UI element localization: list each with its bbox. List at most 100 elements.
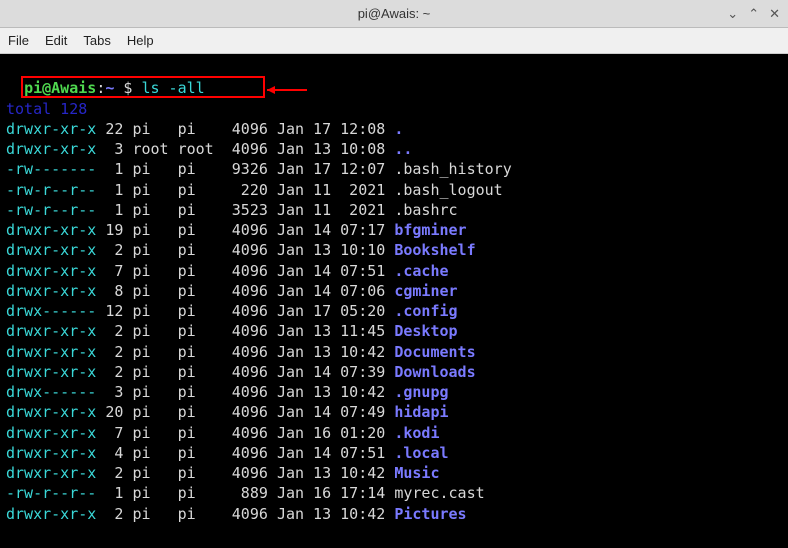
perms: -rw-r--r--: [6, 181, 96, 199]
filename: .gnupg: [394, 383, 448, 401]
size: 4096: [223, 403, 268, 421]
arrow-annotation: [267, 86, 311, 94]
owner: root: [132, 140, 168, 158]
listing-row: drwxr-xr-x 19 pi pi 4096 Jan 14 07:17 bf…: [6, 220, 782, 240]
listing-row: -rw------- 1 pi pi 9326 Jan 17 12:07 .ba…: [6, 159, 782, 179]
date: Jan 13 10:08: [277, 140, 385, 158]
filename: ..: [394, 140, 412, 158]
date: Jan 14 07:17: [277, 221, 385, 239]
links: 12: [105, 302, 123, 320]
filename: .cache: [394, 262, 448, 280]
links: 22: [105, 120, 123, 138]
group: pi: [178, 383, 214, 401]
owner: pi: [132, 201, 168, 219]
group: pi: [178, 282, 214, 300]
listing-row: drwxr-xr-x 4 pi pi 4096 Jan 14 07:51 .lo…: [6, 443, 782, 463]
group: pi: [178, 363, 214, 381]
filename: Downloads: [394, 363, 475, 381]
filename: .: [394, 120, 403, 138]
links: 2: [105, 464, 123, 482]
listing-rows: drwxr-xr-x 22 pi pi 4096 Jan 17 12:08 .d…: [6, 119, 782, 524]
listing-row: drwxr-xr-x 2 pi pi 4096 Jan 13 11:45 Des…: [6, 321, 782, 341]
perms: -rw-r--r--: [6, 201, 96, 219]
owner: pi: [132, 383, 168, 401]
links: 7: [105, 424, 123, 442]
date: Jan 14 07:06: [277, 282, 385, 300]
perms: drwxr-xr-x: [6, 282, 96, 300]
size: 4096: [223, 505, 268, 523]
size: 4096: [223, 322, 268, 340]
filename: Music: [394, 464, 439, 482]
terminal-area[interactable]: pi@Awais:~ $ ls -all total 128 drwxr-xr-…: [0, 54, 788, 548]
filename: myrec.cast: [394, 484, 484, 502]
filename: bfgminer: [394, 221, 466, 239]
prompt-line: pi@Awais:~ $ ls -all: [24, 78, 205, 98]
date: Jan 13 10:42: [277, 343, 385, 361]
maximize-icon[interactable]: ⌃: [748, 6, 759, 22]
group: root: [178, 140, 214, 158]
size: 4096: [223, 302, 268, 320]
filename: .local: [394, 444, 448, 462]
listing-row: drwxr-xr-x 7 pi pi 4096 Jan 14 07:51 .ca…: [6, 261, 782, 281]
size: 4096: [223, 363, 268, 381]
perms: drwx------: [6, 302, 96, 320]
listing-row: drwxr-xr-x 2 pi pi 4096 Jan 13 10:42 Pic…: [6, 504, 782, 524]
owner: pi: [132, 221, 168, 239]
filename: .bashrc: [394, 201, 457, 219]
menu-file[interactable]: File: [8, 33, 29, 48]
filename: .config: [394, 302, 457, 320]
perms: drwxr-xr-x: [6, 241, 96, 259]
group: pi: [178, 484, 214, 502]
links: 2: [105, 322, 123, 340]
filename: .kodi: [394, 424, 439, 442]
filename: .bash_history: [394, 160, 511, 178]
group: pi: [178, 424, 214, 442]
size: 4096: [223, 424, 268, 442]
menu-help[interactable]: Help: [127, 33, 154, 48]
filename: Pictures: [394, 505, 466, 523]
perms: drwxr-xr-x: [6, 221, 96, 239]
perms: drwxr-xr-x: [6, 363, 96, 381]
size: 4096: [223, 282, 268, 300]
perms: drwxr-xr-x: [6, 140, 96, 158]
close-icon[interactable]: ✕: [769, 6, 780, 22]
listing-row: drwxr-xr-x 3 root root 4096 Jan 13 10:08…: [6, 139, 782, 159]
perms: drwxr-xr-x: [6, 403, 96, 421]
perms: drwxr-xr-x: [6, 505, 96, 523]
perms: drwxr-xr-x: [6, 343, 96, 361]
listing-row: -rw-r--r-- 1 pi pi 3523 Jan 11 2021 .bas…: [6, 200, 782, 220]
owner: pi: [132, 282, 168, 300]
links: 2: [105, 505, 123, 523]
group: pi: [178, 444, 214, 462]
total-line: total 128: [6, 100, 87, 118]
group: pi: [178, 322, 214, 340]
listing-row: drwxr-xr-x 22 pi pi 4096 Jan 17 12:08 .: [6, 119, 782, 139]
owner: pi: [132, 322, 168, 340]
date: Jan 11 2021: [277, 181, 385, 199]
perms: drwxr-xr-x: [6, 424, 96, 442]
group: pi: [178, 221, 214, 239]
listing-row: drwxr-xr-x 2 pi pi 4096 Jan 13 10:42 Doc…: [6, 342, 782, 362]
links: 3: [105, 383, 123, 401]
listing-row: -rw-r--r-- 1 pi pi 889 Jan 16 17:14 myre…: [6, 483, 782, 503]
listing-row: drwxr-xr-x 2 pi pi 4096 Jan 13 10:10 Boo…: [6, 240, 782, 260]
date: Jan 14 07:51: [277, 262, 385, 280]
minimize-icon[interactable]: ⌄: [727, 6, 738, 22]
date: Jan 13 10:42: [277, 464, 385, 482]
owner: pi: [132, 343, 168, 361]
filename: Bookshelf: [394, 241, 475, 259]
date: Jan 14 07:49: [277, 403, 385, 421]
menu-tabs[interactable]: Tabs: [83, 33, 110, 48]
links: 2: [105, 241, 123, 259]
perms: -rw-------: [6, 160, 96, 178]
filename: Documents: [394, 343, 475, 361]
listing-row: drwxr-xr-x 7 pi pi 4096 Jan 16 01:20 .ko…: [6, 423, 782, 443]
owner: pi: [132, 181, 168, 199]
perms: drwxr-xr-x: [6, 120, 96, 138]
group: pi: [178, 343, 214, 361]
listing-row: drwxr-xr-x 8 pi pi 4096 Jan 14 07:06 cgm…: [6, 281, 782, 301]
prompt-userhost: pi@Awais: [24, 79, 96, 97]
size: 4096: [223, 221, 268, 239]
menu-edit[interactable]: Edit: [45, 33, 67, 48]
group: pi: [178, 505, 214, 523]
